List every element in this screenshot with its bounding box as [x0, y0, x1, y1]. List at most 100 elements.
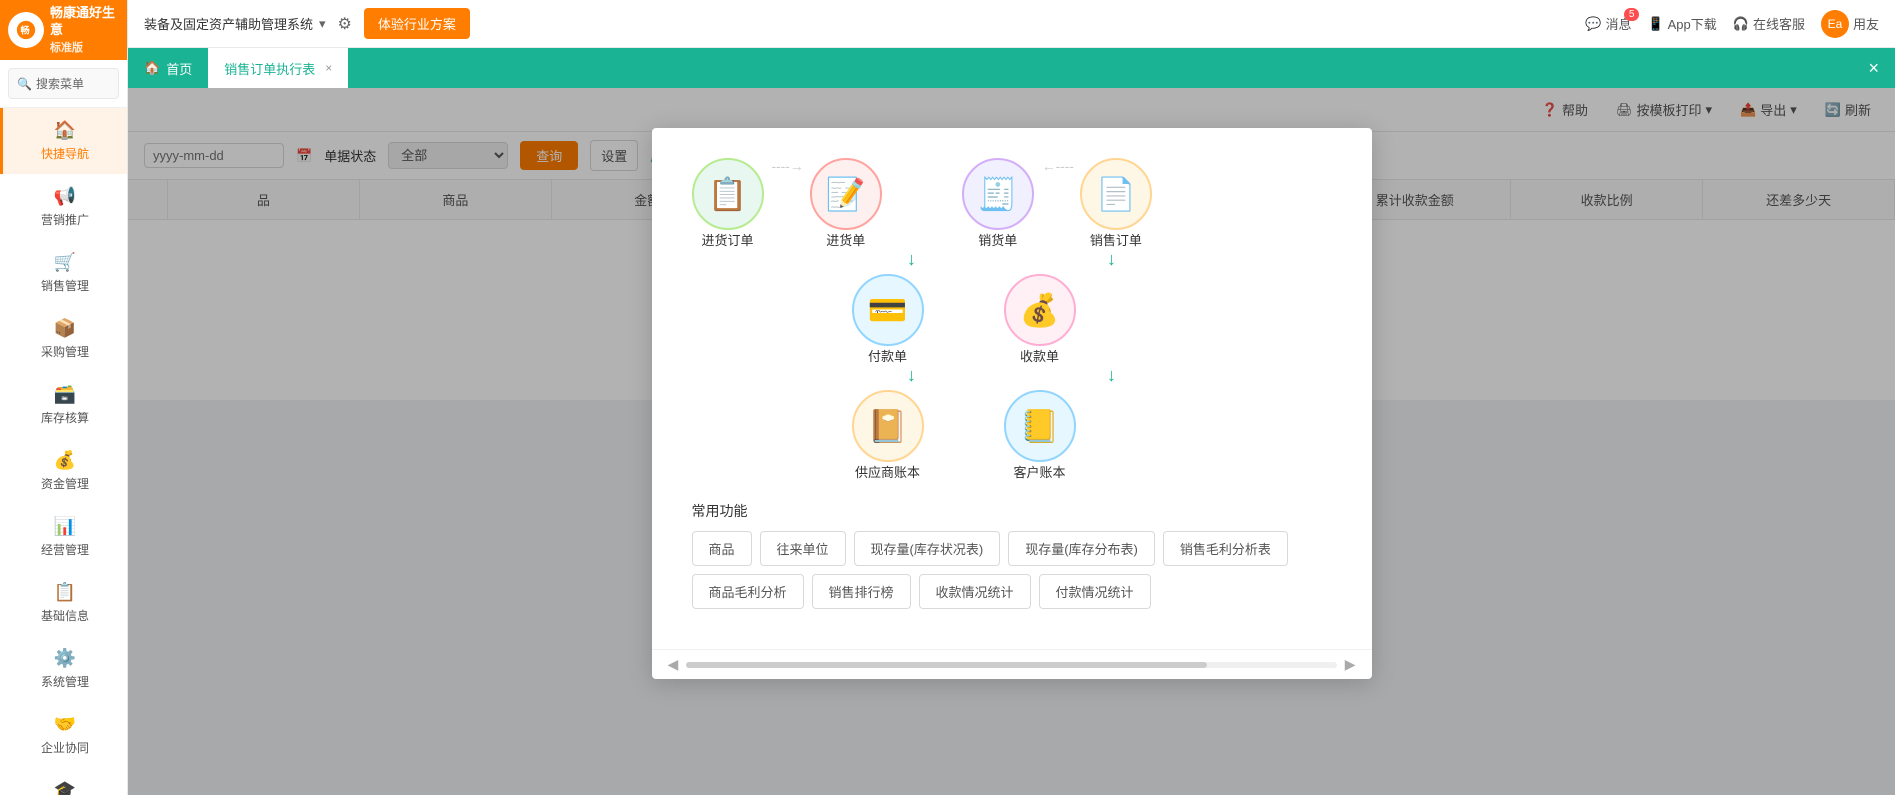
sidebar-item-finance[interactable]: 💰资金管理: [0, 438, 127, 504]
flow-col-sales-bill: 🧾 销货单: [962, 158, 1034, 249]
sidebar-item-operation[interactable]: 📊经营管理: [0, 504, 127, 570]
customer-ledger-label: 客户账本: [1013, 462, 1065, 481]
sidebar-label-sales: 销售管理: [41, 277, 89, 294]
online-service-label: 在线客服: [1753, 14, 1805, 33]
sidebar-item-purchase[interactable]: 📦采购管理: [0, 306, 127, 372]
logo-icon: 畅: [8, 12, 44, 48]
sales-bill-icon[interactable]: 🧾: [962, 158, 1034, 230]
tab-sales-order[interactable]: 销售订单执行表 ×: [208, 48, 348, 88]
modal-overlay[interactable]: 📋 进货订单 - - - - → 📝: [128, 88, 1895, 795]
flow-col-customer-ledger: 📒 客户账本: [1004, 390, 1076, 481]
sidebar-item-newbie[interactable]: 🎓新手引导: [0, 768, 127, 795]
sidebar-item-inventory[interactable]: 🗃️ 库存核算: [0, 372, 127, 438]
supplier-ledger-label: 供应商账本: [855, 462, 920, 481]
trial-button[interactable]: 体验行业方案: [364, 8, 470, 39]
sales-order-icon[interactable]: 📄: [1080, 158, 1152, 230]
app-download-label: App下载: [1668, 14, 1717, 33]
sidebar-item-marketing[interactable]: 📢营销推广: [0, 174, 127, 240]
scroll-right-icon[interactable]: ▶: [1345, 656, 1356, 673]
payment-bill-icon[interactable]: 💳: [852, 274, 924, 346]
svg-text:畅: 畅: [21, 25, 30, 36]
function-btn[interactable]: 现存量(库存状况表): [854, 531, 1001, 566]
tab-home-label: 首页: [166, 59, 192, 78]
user-name: 用友: [1853, 14, 1879, 33]
flow-col-purchase-order: 📋 进货订单: [692, 158, 764, 249]
home-icon: 🏠: [144, 60, 160, 76]
tab-bar-close-button[interactable]: ×: [1852, 58, 1895, 79]
flow-col-purchase-bill: 📝 进货单: [810, 158, 882, 249]
arrow-po-pb: - - - - →: [764, 158, 810, 234]
scroll-left-icon[interactable]: ◀: [668, 656, 679, 673]
function-btn[interactable]: 销售排行榜: [812, 574, 911, 609]
online-service-button[interactable]: 🎧 在线客服: [1733, 14, 1805, 33]
sidebar-label-purchase: 采购管理: [41, 343, 89, 360]
sidebar-item-system[interactable]: ⚙️系统管理: [0, 636, 127, 702]
sidebar-label-inventory: 库存核算: [41, 409, 89, 426]
function-btn[interactable]: 销售毛利分析表: [1163, 531, 1288, 566]
flow-diagram: 📋 进货订单 - - - - → 📝: [692, 158, 1332, 481]
sidebar-icon-newbie: 🎓: [54, 780, 76, 795]
payment-bill-label: 付款单: [868, 346, 907, 365]
supplier-ledger-icon[interactable]: 📔: [852, 390, 924, 462]
logo: 畅 畅康通好生意 标准版: [0, 0, 127, 60]
scrollbar-thumb[interactable]: [686, 662, 1206, 668]
sales-order-label: 销售订单: [1090, 230, 1142, 249]
system-name-area: 装备及固定资产辅助管理系统 ▾: [144, 14, 326, 33]
sidebar-icon-inventory: 🗃️: [54, 384, 76, 405]
purchase-bill-label: 进货单: [826, 230, 865, 249]
search-menu-button[interactable]: 🔍 搜索菜单: [8, 68, 119, 99]
function-btn[interactable]: 商品毛利分析: [692, 574, 804, 609]
flow-col-payment-bill: 💳 付款单: [852, 274, 924, 365]
purchase-bill-icon[interactable]: 📝: [810, 158, 882, 230]
sidebar-item-quick[interactable]: 🏠快捷导航: [0, 108, 127, 174]
sidebar-item-enterprise[interactable]: 🤝 企业协同: [0, 702, 127, 768]
sidebar-label-marketing: 营销推广: [41, 211, 89, 228]
tab-bar: 🏠 首页 销售订单执行表 × ×: [128, 48, 1895, 88]
sidebar-icon-finance: 💰: [54, 450, 76, 471]
function-btns-container: 商品往来单位现存量(库存状况表)现存量(库存分布表)销售毛利分析表商品毛利分析销…: [692, 531, 1332, 609]
system-dropdown-icon[interactable]: ▾: [319, 16, 326, 32]
message-badge: 5: [1624, 8, 1640, 21]
tab-close-icon[interactable]: ×: [325, 61, 332, 75]
user-menu-button[interactable]: Ea 用友: [1821, 10, 1879, 38]
topbar: 装备及固定资产辅助管理系统 ▾ ⚙ 体验行业方案 💬 消息 5 📱 App下载 …: [128, 0, 1895, 48]
function-btn[interactable]: 收款情况统计: [919, 574, 1031, 609]
flow-col-supplier-ledger: 📔 供应商账本: [852, 390, 924, 481]
customer-ledger-icon[interactable]: 📒: [1004, 390, 1076, 462]
sidebar-icon-sales: 🛒: [54, 252, 76, 273]
search-menu-label: 搜索菜单: [36, 75, 84, 92]
sidebar-icon-enterprise: 🤝: [54, 714, 76, 735]
download-icon: 📱: [1647, 16, 1663, 32]
tab-home[interactable]: 🏠 首页: [128, 48, 208, 88]
arrow-sb-so: ← - - - -: [1034, 158, 1080, 234]
sidebar-item-sales[interactable]: 🛒 销售管理: [0, 240, 127, 306]
function-btn[interactable]: 付款情况统计: [1039, 574, 1151, 609]
receipt-bill-icon[interactable]: 💰: [1004, 274, 1076, 346]
search-icon: 🔍: [17, 77, 32, 91]
function-btn[interactable]: 现存量(库存分布表): [1008, 531, 1155, 566]
main-area: 装备及固定资产辅助管理系统 ▾ ⚙ 体验行业方案 💬 消息 5 📱 App下载 …: [128, 0, 1895, 795]
quick-nav-modal: 📋 进货订单 - - - - → 📝: [652, 128, 1372, 679]
purchase-order-label: 进货订单: [701, 230, 753, 249]
message-icon: 💬: [1585, 16, 1601, 32]
system-name-text: 装备及固定资产辅助管理系统: [144, 14, 313, 33]
common-functions-section: 常用功能 商品往来单位现存量(库存状况表)现存量(库存分布表)销售毛利分析表商品…: [692, 501, 1332, 609]
sales-bill-label: 销货单: [978, 230, 1017, 249]
sidebar-label-enterprise: 企业协同: [41, 739, 89, 756]
flow-col-sales-order: 📄 销售订单: [1080, 158, 1152, 249]
content-area: ❓ 帮助 🖨 按模板打印 ▾ 📤 导出 ▾ 🔄 刷新: [128, 88, 1895, 795]
purchase-order-icon[interactable]: 📋: [692, 158, 764, 230]
sidebar-item-basic[interactable]: 📋基础信息: [0, 570, 127, 636]
message-button[interactable]: 💬 消息 5: [1585, 14, 1631, 33]
app-download-button[interactable]: 📱 App下载: [1647, 14, 1716, 33]
common-functions-title: 常用功能: [692, 501, 1332, 521]
flow-col-receipt-bill: 💰 收款单: [1004, 274, 1076, 365]
modal-scrollbar: ◀ ▶: [652, 649, 1372, 679]
settings-gear-icon[interactable]: ⚙: [338, 14, 352, 34]
logo-sub: 标准版: [50, 39, 119, 55]
sidebar-icon-quick: 🏠: [54, 120, 76, 141]
function-btn[interactable]: 往来单位: [760, 531, 846, 566]
sidebar-icon-system: ⚙️: [54, 648, 76, 669]
sidebar-label-basic: 基础信息: [41, 607, 89, 624]
function-btn[interactable]: 商品: [692, 531, 752, 566]
